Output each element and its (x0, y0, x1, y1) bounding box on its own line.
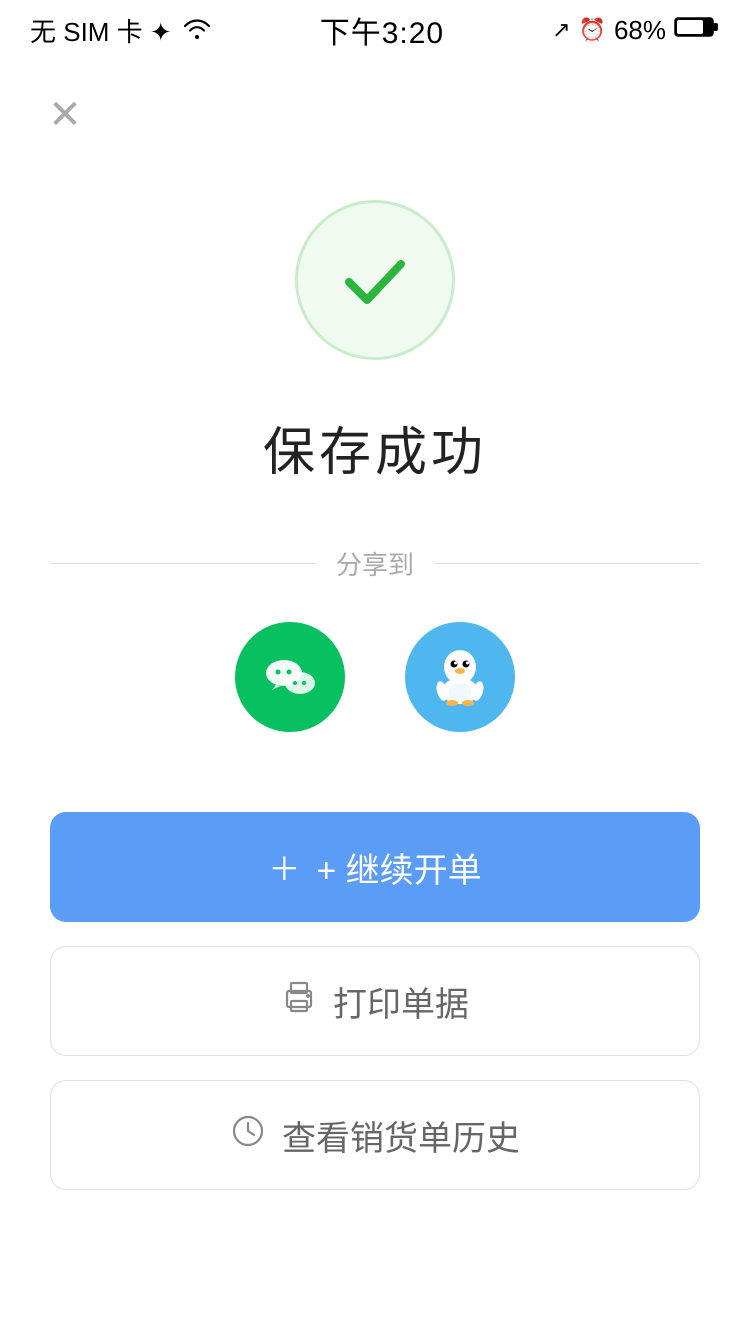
close-icon: ✕ (48, 95, 82, 135)
checkmark-icon (335, 240, 415, 320)
wechat-icon (258, 645, 323, 710)
share-icons-row (235, 622, 515, 732)
battery-percent: 68% (614, 15, 666, 46)
close-button[interactable]: ✕ (40, 90, 90, 140)
share-qq-button[interactable] (405, 622, 515, 732)
continue-order-label: + 继续开单 (316, 843, 481, 892)
share-section-header: 分享到 (50, 545, 700, 582)
sim-status: 无 SIM 卡 ✦ (30, 12, 172, 49)
success-title: 保存成功 (263, 410, 487, 485)
wifi-icon (182, 15, 212, 46)
location-icon: ↗ (552, 17, 570, 43)
action-buttons: ＋ + 继续开单 打印单据 查看销货单历 (50, 812, 700, 1190)
printer-icon (281, 979, 317, 1023)
status-left: 无 SIM 卡 ✦ (30, 12, 212, 49)
qq-icon (428, 645, 493, 710)
share-wechat-button[interactable] (235, 622, 345, 732)
status-time: 下午3:20 (320, 8, 444, 52)
print-receipt-button[interactable]: 打印单据 (50, 946, 700, 1056)
view-history-button[interactable]: 查看销货单历史 (50, 1080, 700, 1190)
alarm-icon: ⏰ (579, 17, 606, 43)
battery-icon (674, 15, 720, 46)
main-content: 保存成功 分享到 (0, 140, 750, 1334)
continue-order-button[interactable]: ＋ + 继续开单 (50, 812, 700, 922)
print-receipt-label: 打印单据 (333, 977, 469, 1026)
divider-right (434, 563, 700, 564)
status-bar: 无 SIM 卡 ✦ 下午3:20 ↗ ⏰ 68% (0, 0, 750, 60)
close-button-area: ✕ (0, 60, 750, 140)
clock-icon (230, 1113, 266, 1157)
status-right: ↗ ⏰ 68% (552, 15, 720, 46)
divider-left (50, 563, 316, 564)
view-history-label: 查看销货单历史 (282, 1111, 520, 1160)
success-check-circle (295, 200, 455, 360)
share-label: 分享到 (336, 545, 414, 582)
plus-icon: ＋ (268, 844, 300, 890)
